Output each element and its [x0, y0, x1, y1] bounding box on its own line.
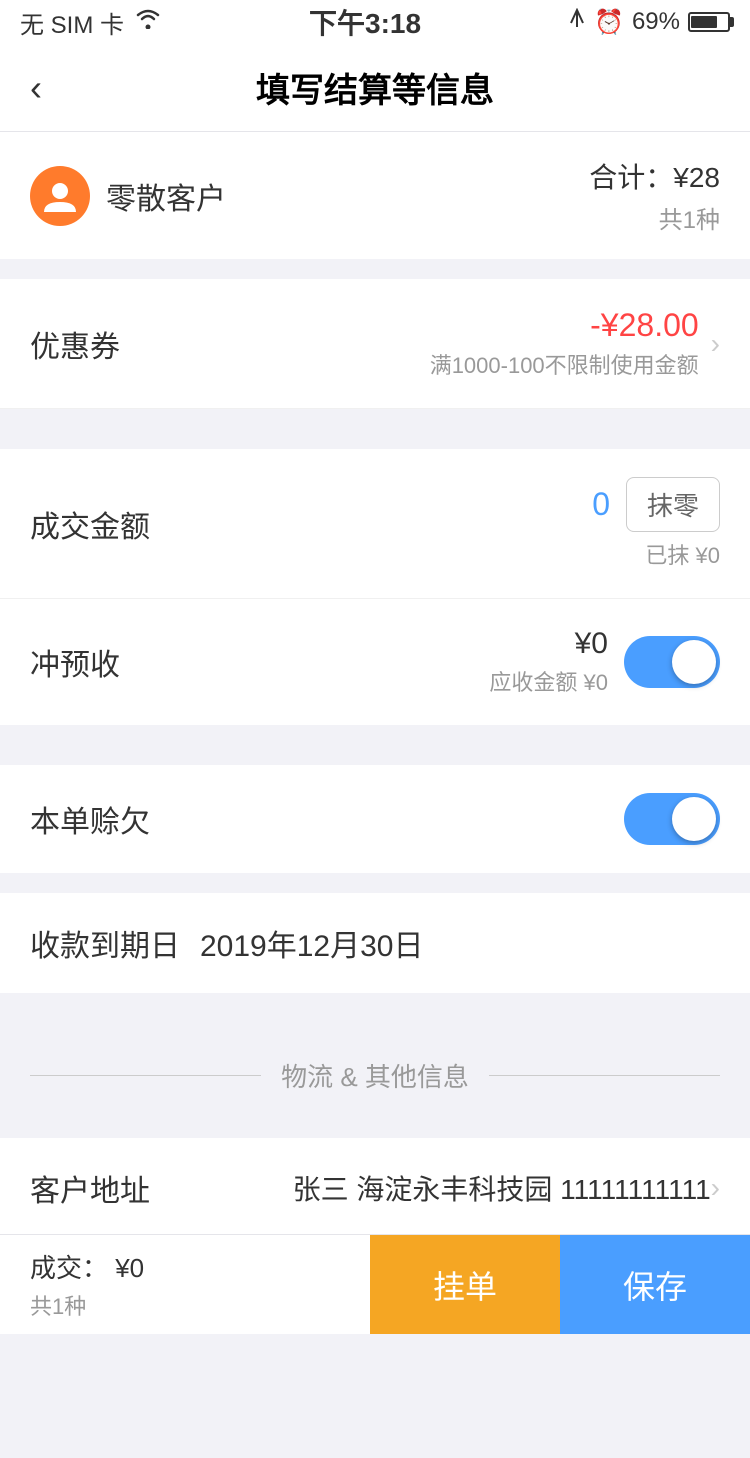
prepay-value-area: ¥0 应收金额 ¥0 — [489, 627, 720, 697]
address-row[interactable]: 客户地址 张三 海淀永丰科技园 11111111111 › — [0, 1138, 750, 1238]
total-amount: 合计：¥28 — [589, 156, 720, 196]
coupon-label: 优惠券 — [30, 322, 120, 366]
customer-section: 零散客户 合计：¥28 共1种 — [0, 132, 750, 259]
due-date-value[interactable]: 2019年12月30日 — [200, 921, 423, 965]
battery-percent: 69% — [632, 8, 680, 36]
status-left: 无 SIM 卡 — [20, 5, 162, 40]
bottom-summary: 成交： ¥0 共1种 — [0, 1235, 370, 1334]
customer-total: 合计：¥28 共1种 — [589, 156, 720, 235]
due-date-section: 收款到期日 2019年12月30日 — [0, 893, 750, 993]
credit-row: 本单赊欠 — [0, 765, 750, 873]
wifi-icon — [134, 8, 162, 36]
address-value: 张三 海淀永丰科技园 11111111111 — [170, 1168, 711, 1208]
bottom-bar: 成交： ¥0 共1种 挂单 保存 — [0, 1234, 750, 1334]
back-button[interactable]: ‹ — [30, 67, 42, 109]
divider-2 — [0, 745, 750, 765]
prepay-amount-col: ¥0 应收金额 ¥0 — [489, 627, 608, 697]
prepay-amount: ¥0 — [489, 627, 608, 661]
credit-toggle-knob — [672, 797, 716, 841]
prepay-label: 冲预收 — [30, 640, 120, 684]
total-count: 共1种 — [589, 200, 720, 235]
discount-amount: -¥28.00 — [430, 307, 699, 344]
credit-section: 本单赊欠 — [0, 765, 750, 873]
page-title: 填写结算等信息 — [256, 63, 494, 112]
transaction-row: 成交金额 0 抹零 已抹 ¥0 — [0, 449, 750, 599]
coupon-discount: -¥28.00 满1000-100不限制使用金额 — [430, 307, 699, 380]
divider-1 — [0, 429, 750, 449]
customer-name: 零散客户 — [106, 174, 226, 218]
address-section: 客户地址 张三 海淀永丰科技园 11111111111 › — [0, 1138, 750, 1238]
save-button[interactable]: 保存 — [560, 1235, 750, 1334]
already-deducted: 已抹 ¥0 — [645, 538, 720, 570]
location-icon — [568, 8, 586, 37]
customer-info: 零散客户 — [30, 166, 226, 226]
credit-label: 本单赊欠 — [30, 797, 150, 841]
divider-3 — [0, 1013, 750, 1033]
bottom-summary-bottom: 共1种 — [30, 1289, 340, 1321]
avatar — [30, 166, 90, 226]
hold-button[interactable]: 挂单 — [370, 1235, 560, 1334]
transaction-amount[interactable]: 0 — [592, 486, 610, 523]
coupon-chevron-icon: › — [711, 328, 720, 360]
transaction-value-area: 0 抹零 — [592, 477, 720, 532]
toggle-knob — [672, 640, 716, 684]
bottom-summary-top: 成交： ¥0 — [30, 1248, 340, 1285]
logistics-divider: 物流 & 其他信息 — [0, 1033, 750, 1118]
logistics-text: 物流 & 其他信息 — [281, 1057, 469, 1094]
discount-desc: 满1000-100不限制使用金额 — [430, 348, 699, 380]
status-bar: 无 SIM 卡 下午3:18 ⏰ 69% — [0, 0, 750, 44]
due-date-label: 收款到期日 — [30, 921, 180, 965]
prepay-toggle[interactable] — [624, 636, 720, 688]
receivable-label: 应收金额 ¥0 — [489, 665, 608, 697]
transaction-label: 成交金额 — [30, 502, 150, 546]
coupon-right: -¥28.00 满1000-100不限制使用金额 › — [430, 307, 720, 380]
status-time: 下午3:18 — [309, 2, 421, 42]
address-chevron-icon: › — [711, 1172, 720, 1204]
carrier-label: 无 SIM 卡 — [20, 5, 124, 40]
coupon-section[interactable]: 优惠券 -¥28.00 满1000-100不限制使用金额 › — [0, 279, 750, 409]
nav-bar: ‹ 填写结算等信息 — [0, 44, 750, 132]
credit-toggle[interactable] — [624, 793, 720, 845]
prepay-row: 冲预收 ¥0 应收金额 ¥0 — [0, 599, 750, 725]
address-label: 客户地址 — [30, 1166, 150, 1210]
form-section: 成交金额 0 抹零 已抹 ¥0 冲预收 ¥0 应收金额 ¥0 — [0, 449, 750, 725]
status-right: ⏰ 69% — [568, 8, 730, 37]
alarm-icon: ⏰ — [594, 8, 624, 37]
round-off-button[interactable]: 抹零 — [626, 477, 720, 532]
battery-icon — [688, 12, 730, 32]
